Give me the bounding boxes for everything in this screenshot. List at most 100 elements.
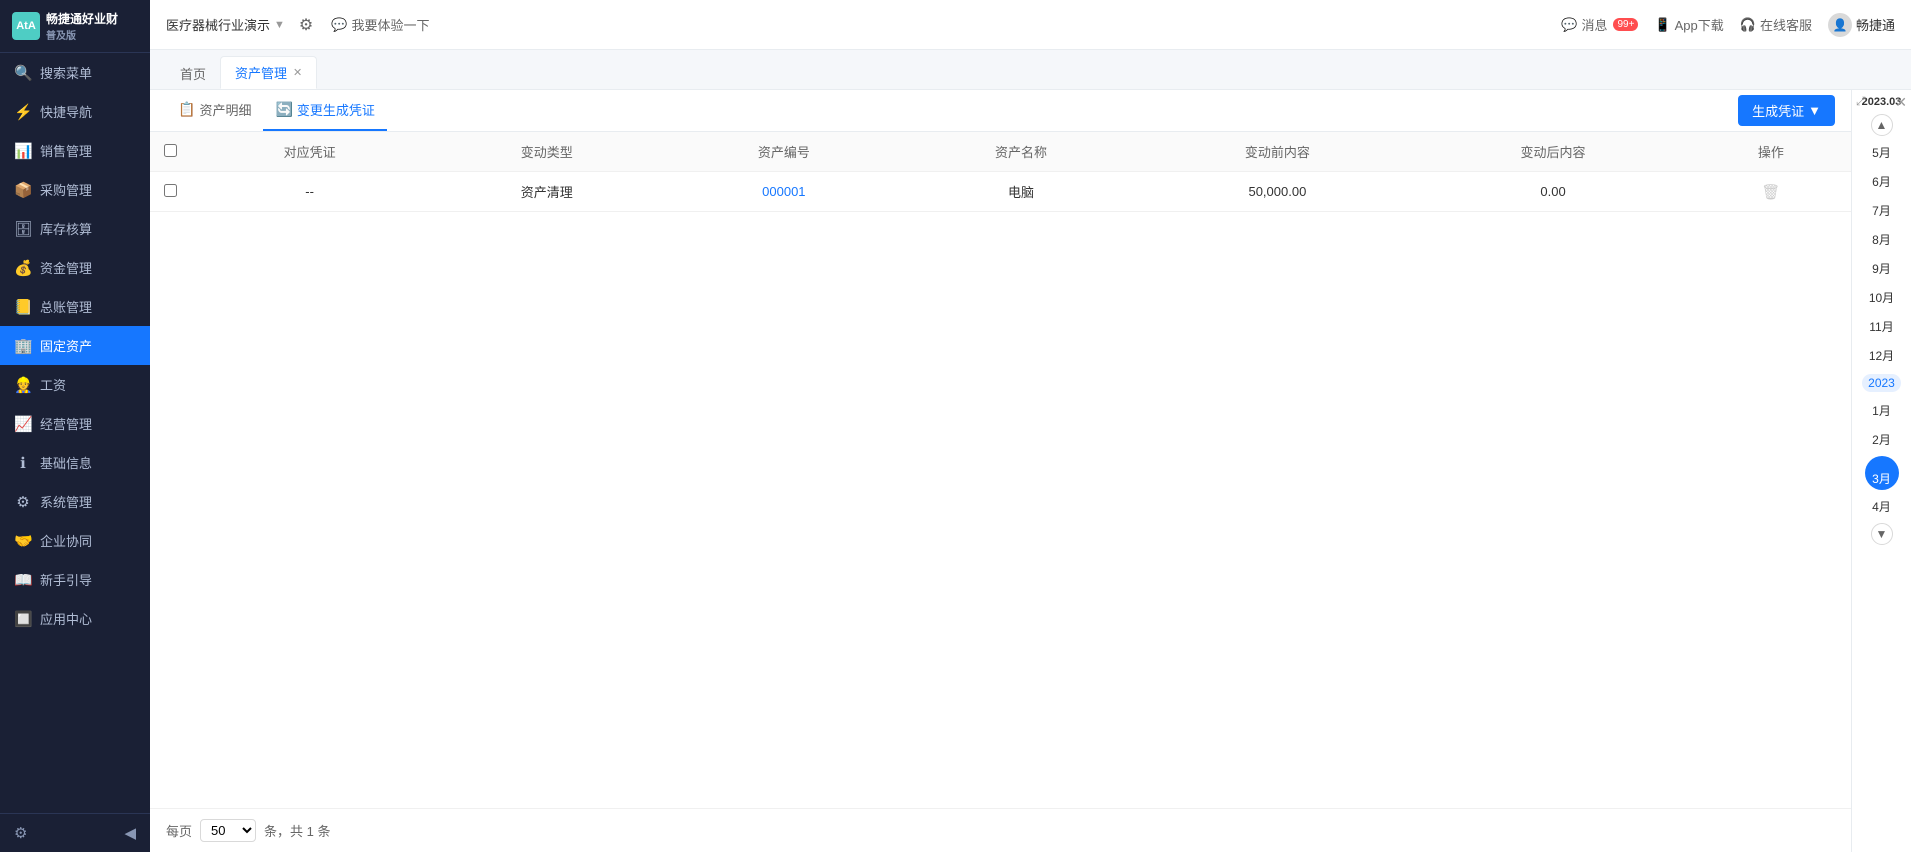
- calendar-nav-down[interactable]: ▼: [1871, 523, 1893, 545]
- avatar: 👤: [1828, 13, 1852, 37]
- topbar: 医疗器械行业演示 ▼ ⚙ 💬 我要体验一下 💬 消息 99+ 📱 App下载 🎧…: [150, 0, 1911, 50]
- sidebar: AtA 畅捷通好业财 普及版 🔍 搜索菜单 ⚡ 快捷导航 📊 销售管理 📦 采购…: [0, 0, 150, 852]
- sidebar-item-enterprise[interactable]: 🤝 企业协同: [0, 521, 150, 560]
- collapse-icon[interactable]: ◀: [124, 824, 136, 842]
- calendar-top-buttons: ⤢ 2023.03 ✕: [1852, 90, 1911, 112]
- header-after-change: 变动后内容: [1415, 132, 1691, 172]
- tab-assets[interactable]: 资产管理 ✕: [220, 56, 317, 89]
- sidebar-item-label: 经营管理: [40, 414, 92, 433]
- notification-button[interactable]: 💬 消息 99+: [1561, 15, 1638, 34]
- sidebar-item-label: 采购管理: [40, 180, 92, 199]
- user-menu[interactable]: 👤 畅捷通: [1828, 13, 1895, 37]
- sidebar-item-sales[interactable]: 📊 销售管理: [0, 131, 150, 170]
- calendar-nav-up[interactable]: ▲: [1871, 114, 1893, 136]
- sidebar-item-purchase[interactable]: 📦 采购管理: [0, 170, 150, 209]
- book-icon: 📒: [14, 298, 32, 316]
- sidebar-item-ledger[interactable]: 📒 总账管理: [0, 287, 150, 326]
- sidebar-item-label: 工资: [40, 375, 66, 394]
- per-page-label: 每页: [166, 821, 192, 840]
- month-8[interactable]: 8月: [1852, 225, 1911, 254]
- settings-bottom-icon[interactable]: ⚙: [14, 824, 27, 842]
- topbar-settings-icon[interactable]: ⚙: [299, 15, 313, 35]
- generate-voucher-button[interactable]: 生成凭证 ▼: [1738, 95, 1835, 126]
- month-5[interactable]: 5月: [1852, 138, 1911, 167]
- sidebar-item-label: 库存核算: [40, 219, 92, 238]
- tab-voucher-gen[interactable]: 🔄 变更生成凭证: [263, 90, 386, 131]
- tab-asset-detail-label: 资产明细: [199, 100, 251, 119]
- row-before-change: 50,000.00: [1140, 172, 1416, 212]
- sidebar-item-quick-nav[interactable]: ⚡ 快捷导航: [0, 92, 150, 131]
- sidebar-item-label: 快捷导航: [40, 102, 92, 121]
- sidebar-item-payroll[interactable]: 👷 工资: [0, 365, 150, 404]
- calendar-panel: ⤢ 2023.03 ✕ ▲ 5月 6月 7月 8月 9月 10月 11月 12月…: [1851, 90, 1911, 852]
- table-row: -- 资产清理 000001 电脑 50,000.00 0.00 🗑: [150, 172, 1851, 212]
- expand-icon[interactable]: ⤢: [1856, 94, 1866, 109]
- feedback-button[interactable]: 💬 我要体验一下: [331, 15, 429, 34]
- sidebar-item-label: 应用中心: [40, 609, 92, 628]
- month-2023-1[interactable]: 1月: [1852, 396, 1911, 425]
- sidebar-item-system[interactable]: ⚙ 系统管理: [0, 482, 150, 521]
- month-10[interactable]: 10月: [1852, 283, 1911, 312]
- sidebar-item-app-center[interactable]: 🔲 应用中心: [0, 599, 150, 638]
- page-content: 📋 资产明细 🔄 变更生成凭证 生成凭证 ▼: [150, 90, 1851, 852]
- month-6[interactable]: 6月: [1852, 167, 1911, 196]
- detail-icon: 📋: [178, 101, 195, 118]
- delete-icon[interactable]: 🗑: [1761, 184, 1780, 201]
- total-label: 条，共 1 条: [264, 821, 330, 840]
- month-2023-2[interactable]: 2月: [1852, 425, 1911, 454]
- feedback-text: 我要体验一下: [351, 15, 429, 34]
- handshake-icon: 🤝: [14, 532, 32, 550]
- sidebar-item-operations[interactable]: 📈 经营管理: [0, 404, 150, 443]
- tab-voucher-gen-label: 变更生成凭证: [297, 100, 375, 119]
- guide-icon: 📖: [14, 571, 32, 589]
- notification-icon: 💬: [1561, 17, 1577, 33]
- sidebar-logo: AtA 畅捷通好业财 普及版: [0, 0, 150, 53]
- year-2023-label[interactable]: 2023: [1862, 374, 1901, 392]
- sidebar-nav: 🔍 搜索菜单 ⚡ 快捷导航 📊 销售管理 📦 采购管理 🗄 库存核算 💰 资金管…: [0, 53, 150, 813]
- sidebar-item-finance[interactable]: 💰 资金管理: [0, 248, 150, 287]
- generate-btn-label: 生成凭证: [1752, 101, 1804, 120]
- sidebar-item-search[interactable]: 🔍 搜索菜单: [0, 53, 150, 92]
- company-selector[interactable]: 医疗器械行业演示 ▼: [166, 15, 285, 34]
- tab-asset-detail[interactable]: 📋 资产明细: [166, 90, 263, 131]
- tab-close-icon[interactable]: ✕: [293, 66, 302, 79]
- month-11[interactable]: 11月: [1852, 312, 1911, 341]
- sidebar-item-basic-info[interactable]: ℹ 基础信息: [0, 443, 150, 482]
- tab-home[interactable]: 首页: [166, 58, 220, 89]
- row-checkbox[interactable]: [164, 184, 177, 197]
- app-download-button[interactable]: 📱 App下载: [1654, 15, 1723, 34]
- row-voucher: --: [191, 172, 428, 212]
- month-7[interactable]: 7月: [1852, 196, 1911, 225]
- close-calendar-icon[interactable]: ✕: [1895, 94, 1907, 111]
- table-container: 对应凭证 变动类型 资产编号 资产名称 变动前内容 变动后内容 操作: [150, 132, 1851, 808]
- month-12[interactable]: 12月: [1852, 341, 1911, 370]
- customer-service-label: 在线客服: [1760, 15, 1812, 34]
- header-change-type: 变动类型: [428, 132, 665, 172]
- sidebar-item-guide[interactable]: 📖 新手引导: [0, 560, 150, 599]
- select-all-checkbox[interactable]: [164, 144, 177, 157]
- header-action: 操作: [1691, 132, 1851, 172]
- trending-icon: 📈: [14, 415, 32, 433]
- feedback-icon: 💬: [331, 17, 347, 33]
- per-page-select[interactable]: 50 10 20 100: [200, 819, 256, 842]
- logo-sub: 普及版: [46, 27, 118, 42]
- pagination-bar: 每页 50 10 20 100 条，共 1 条: [150, 808, 1851, 852]
- row-asset-name: 电脑: [902, 172, 1139, 212]
- sidebar-item-fixed-assets[interactable]: 🏢 固定资产: [0, 326, 150, 365]
- row-after-change: 0.00: [1415, 172, 1691, 212]
- storage-icon: 🗄: [14, 220, 32, 238]
- building-icon: 🏢: [14, 337, 32, 355]
- sidebar-item-inventory[interactable]: 🗄 库存核算: [0, 209, 150, 248]
- header-checkbox-cell: [150, 132, 191, 172]
- row-action: 🗑: [1691, 172, 1851, 212]
- money-icon: 💰: [14, 259, 32, 277]
- month-2023-4[interactable]: 4月: [1852, 492, 1911, 521]
- customer-service-button[interactable]: 🎧 在线客服: [1740, 15, 1812, 34]
- lightning-icon: ⚡: [14, 103, 32, 121]
- row-asset-code[interactable]: 000001: [665, 172, 902, 212]
- app-download-label: App下载: [1675, 15, 1724, 34]
- header-voucher: 对应凭证: [191, 132, 428, 172]
- header-before-change: 变动前内容: [1140, 132, 1416, 172]
- month-2023-3[interactable]: 3月: [1865, 456, 1899, 490]
- month-9[interactable]: 9月: [1852, 254, 1911, 283]
